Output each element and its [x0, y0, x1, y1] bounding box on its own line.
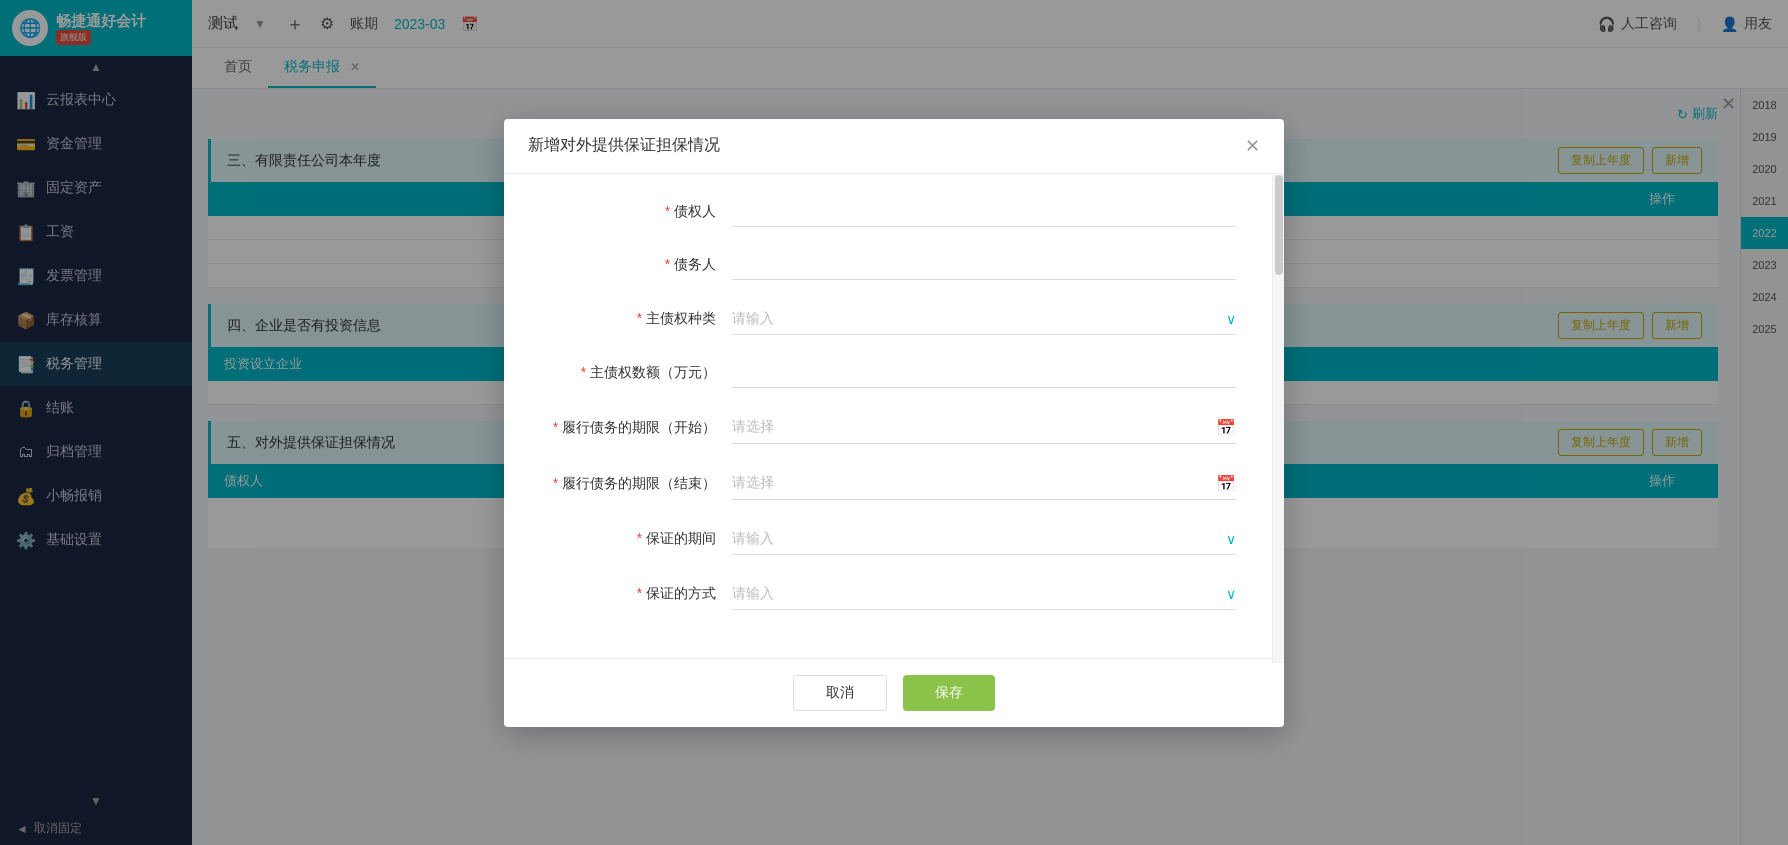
select-claim-type[interactable]: 请输入 ∨ [732, 304, 1236, 335]
modal-footer: 取消 保存 [504, 658, 1284, 727]
field-period-start: * 履行债务的期限（开始） 请选择 📅 [552, 412, 1236, 444]
calendar-start-icon: 📅 [1216, 418, 1236, 437]
claim-type-chevron-icon: ∨ [1226, 311, 1236, 327]
input-debtor[interactable] [732, 251, 1236, 280]
field-claim-amount: * 主债权数额（万元） [552, 359, 1236, 388]
modal-title: 新增对外提供保证担保情况 [528, 135, 720, 156]
calendar-end-icon: 📅 [1216, 474, 1236, 493]
field-creditor: * 债权人 [552, 198, 1236, 227]
field-guarantee-period: * 保证的期间 请输入 ∨ [552, 524, 1236, 555]
save-button[interactable]: 保存 [903, 675, 995, 711]
label-claim-amount: * 主债权数额（万元） [552, 364, 732, 382]
label-period-end: * 履行债务的期限（结束） [552, 475, 732, 493]
cancel-button[interactable]: 取消 [793, 675, 887, 711]
label-creditor: * 债权人 [552, 203, 732, 221]
modal-overlay: 新增对外提供保证担保情况 ✕ * 债权人 * 债务人 [0, 0, 1788, 845]
modal-close-btn[interactable]: ✕ [1245, 135, 1260, 157]
label-guarantee-method: * 保证的方式 [552, 585, 732, 603]
field-debtor: * 债务人 [552, 251, 1236, 280]
input-creditor[interactable] [732, 198, 1236, 227]
label-period-start: * 履行债务的期限（开始） [552, 419, 732, 437]
date-period-start[interactable]: 请选择 📅 [732, 412, 1236, 444]
modal-body: * 债权人 * 债务人 * 主债权种类 请输入 [504, 174, 1284, 658]
field-period-end: * 履行债务的期限（结束） 请选择 📅 [552, 468, 1236, 500]
field-guarantee-method: * 保证的方式 请输入 ∨ [552, 579, 1236, 610]
modal-dialog: 新增对外提供保证担保情况 ✕ * 债权人 * 债务人 [504, 119, 1284, 727]
guarantee-period-chevron-icon: ∨ [1226, 531, 1236, 547]
label-guarantee-period: * 保证的期间 [552, 530, 732, 548]
modal-header: 新增对外提供保证担保情况 ✕ [504, 119, 1284, 174]
date-period-end[interactable]: 请选择 📅 [732, 468, 1236, 500]
label-debtor: * 债务人 [552, 256, 732, 274]
label-claim-type: * 主债权种类 [552, 310, 732, 328]
guarantee-method-chevron-icon: ∨ [1226, 586, 1236, 602]
field-claim-type: * 主债权种类 请输入 ∨ [552, 304, 1236, 335]
select-guarantee-period[interactable]: 请输入 ∨ [732, 524, 1236, 555]
select-guarantee-method[interactable]: 请输入 ∨ [732, 579, 1236, 610]
modal-scrollbar-thumb[interactable] [1275, 175, 1283, 275]
input-claim-amount[interactable] [732, 359, 1236, 388]
